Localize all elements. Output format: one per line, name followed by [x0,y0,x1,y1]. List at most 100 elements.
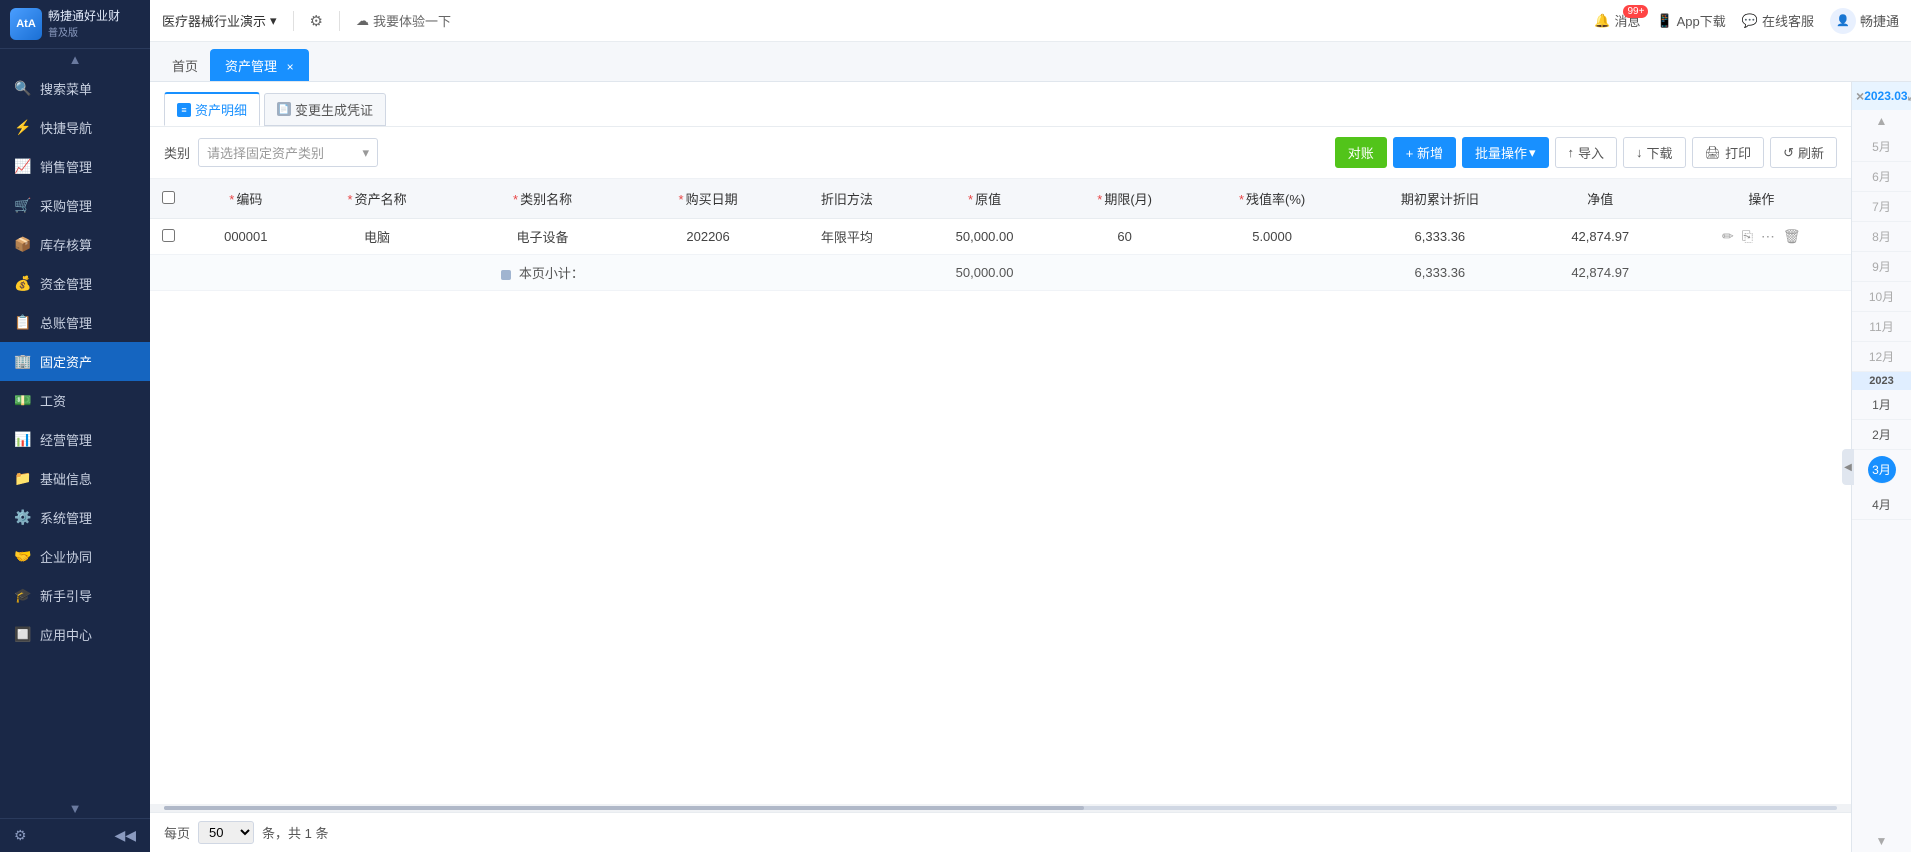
sidebar-item-sales[interactable]: 📈 销售管理 [0,147,150,186]
download-icon: 📱 [1656,13,1672,29]
topbar-divider2 [339,11,340,31]
settings-gear-icon[interactable]: ⚙ [310,12,323,30]
calendar-month-11[interactable]: 11月 [1852,312,1911,342]
download-label: App下载 [1677,11,1726,30]
app-download-button[interactable]: 📱 App下载 [1656,11,1725,30]
trial-button[interactable]: ☁ 我要体验一下 [356,11,451,30]
calendar-month-7[interactable]: 7月 [1852,192,1911,222]
sidebar-item-enterprise[interactable]: 🤝 企业协同 [0,537,150,576]
notifications-button[interactable]: 🔔 消息 99+ [1594,11,1640,30]
sidebar-scroll-down[interactable]: ▼ [0,798,150,818]
row-checkbox[interactable] [162,229,175,242]
cell-residual-rate: 5.0000 [1193,219,1351,255]
inventory-icon: 📦 [14,236,32,254]
download-button[interactable]: ↓ 下载 [1623,137,1686,168]
company-dropdown-icon: ▾ [270,13,277,29]
sidebar-item-ledger[interactable]: 📋 总账管理 [0,303,150,342]
main-panel: ≡ 资产明细 📄 变更生成凭证 类别 请选择固定资产类别 ▾ [150,82,1851,852]
sidebar-scroll-up[interactable]: ▲ [0,49,150,69]
header-period: *期限(月) [1056,179,1193,219]
sidebar-item-basic-info[interactable]: 📁 基础信息 [0,459,150,498]
more-icon[interactable]: ⋯ [1761,228,1775,245]
calendar-month-mar[interactable]: 3月 [1868,456,1896,484]
notification-badge: 99+ [1623,5,1648,18]
download-arrow-icon: ↓ [1636,145,1643,160]
calendar-close-btn[interactable]: × [1856,88,1864,104]
subtotal-row: 本页小计： 50,000.00 6,333.36 42,874.97 [150,255,1851,291]
sub-tabs: ≡ 资产明细 📄 变更生成凭证 [150,82,1851,127]
new-button[interactable]: + 新增 [1393,137,1456,168]
cell-category: 电子设备 [450,219,636,255]
category-filter-select[interactable]: 请选择固定资产类别 ▾ [198,138,378,167]
sidebar-item-label: 总账管理 [40,313,92,332]
refresh-button[interactable]: ↺ 刷新 [1770,137,1837,168]
calendar-month-6[interactable]: 6月 [1852,162,1911,192]
ledger-icon: 📋 [14,314,32,332]
print-button[interactable]: 🖨 打印 [1692,137,1765,168]
cell-purchase-date: 202206 [636,219,781,255]
right-sidebar-calendar: ◀ × 2023.03 ⤢ ▲ 5月 6月 7月 8月 9月 10月 11月 1… [1851,82,1911,852]
filter-area: 类别 请选择固定资产类别 ▾ [164,138,378,167]
calendar-month-jan[interactable]: 1月 [1852,390,1911,420]
sidebar-item-label: 工资 [40,391,66,410]
sidebar-item-label: 经营管理 [40,430,92,449]
tab-home[interactable]: 首页 [162,50,208,81]
sidebar-item-search[interactable]: 🔍 搜索菜单 [0,69,150,108]
sidebar-item-label: 新手引导 [40,586,92,605]
calendar-expand-btn[interactable]: ⤢ [1908,89,1911,104]
calendar-collapse-btn[interactable]: ◀ [1842,449,1854,485]
copy-icon[interactable]: ⎘ [1742,228,1753,245]
print-icon: 🖨 [1705,145,1722,161]
header-depreciation-method: 折旧方法 [781,179,914,219]
sidebar-item-purchase[interactable]: 🛒 采购管理 [0,186,150,225]
calendar-month-10[interactable]: 10月 [1852,282,1911,312]
user-avatar-button[interactable]: 👤 畅捷通 [1830,8,1899,34]
calendar-up-arrow[interactable]: ▲ [1852,110,1911,132]
select-all-checkbox[interactable] [162,191,175,204]
settings-icon[interactable]: ⚙ [14,827,27,844]
sub-tab-asset-detail[interactable]: ≡ 资产明细 [164,92,260,126]
quick-nav-icon: ⚡ [14,119,32,137]
sidebar-item-app-center[interactable]: 🔲 应用中心 [0,615,150,654]
page-tabs: 首页 资产管理 × [150,42,1911,82]
calendar-month-12[interactable]: 12月 [1852,342,1911,372]
sidebar-item-fixed-assets[interactable]: 🏢 固定资产 [0,342,150,381]
collapse-icon[interactable]: ◀◀ [114,827,136,844]
calendar-month-feb[interactable]: 2月 [1852,420,1911,450]
reconcile-button[interactable]: 对账 [1335,137,1387,168]
delete-icon[interactable]: 🗑 [1783,228,1801,245]
calendar-month-5[interactable]: 5月 [1852,132,1911,162]
scrollbar-thumb[interactable] [164,806,1084,810]
sidebar-item-label: 基础信息 [40,469,92,488]
import-button[interactable]: ↑ 导入 [1555,137,1618,168]
asset-table-wrapper: *编码 *资产名称 *类别名称 *购买日期 折旧方法 *原值 *期限(月) *残… [150,179,1851,804]
batch-button[interactable]: 批量操作 ▾ [1462,137,1549,168]
tab-asset-management[interactable]: 资产管理 × [210,49,309,81]
app-edition: 普及版 [48,24,120,39]
cell-accumulated-depreciation: 6,333.36 [1351,219,1529,255]
horizontal-scrollbar[interactable] [150,804,1851,812]
sidebar-item-operations[interactable]: 📊 经营管理 [0,420,150,459]
table-header-row: *编码 *资产名称 *类别名称 *购买日期 折旧方法 *原值 *期限(月) *残… [150,179,1851,219]
sidebar-item-label: 应用中心 [40,625,92,644]
sub-tab-change-voucher[interactable]: 📄 变更生成凭证 [264,93,386,126]
content-area: ≡ 资产明细 📄 变更生成凭证 类别 请选择固定资产类别 ▾ [150,82,1911,852]
sidebar-item-inventory[interactable]: 📦 库存核算 [0,225,150,264]
sidebar-item-quick-nav[interactable]: ⚡ 快捷导航 [0,108,150,147]
calendar-month-9[interactable]: 9月 [1852,252,1911,282]
cell-name: 电脑 [305,219,450,255]
company-selector[interactable]: 医疗器械行业演示 ▾ [162,11,277,30]
sidebar-item-system[interactable]: ⚙️ 系统管理 [0,498,150,537]
asset-tab-close-icon[interactable]: × [287,60,294,74]
basic-info-icon: 📁 [14,470,32,488]
calendar-month-apr[interactable]: 4月 [1852,490,1911,520]
edit-icon[interactable]: ✏ [1722,228,1734,245]
sidebar-item-payroll[interactable]: 💵 工资 [0,381,150,420]
per-page-select[interactable]: 50 10 20 100 [198,821,254,844]
sidebar-item-guide[interactable]: 🎓 新手引导 [0,576,150,615]
sidebar-item-finance[interactable]: 💰 资金管理 [0,264,150,303]
calendar-month-8[interactable]: 8月 [1852,222,1911,252]
calendar-down-arrow[interactable]: ▼ [1852,830,1911,852]
cell-depreciation-method: 年限平均 [781,219,914,255]
online-service-button[interactable]: 💬 在线客服 [1742,11,1814,30]
